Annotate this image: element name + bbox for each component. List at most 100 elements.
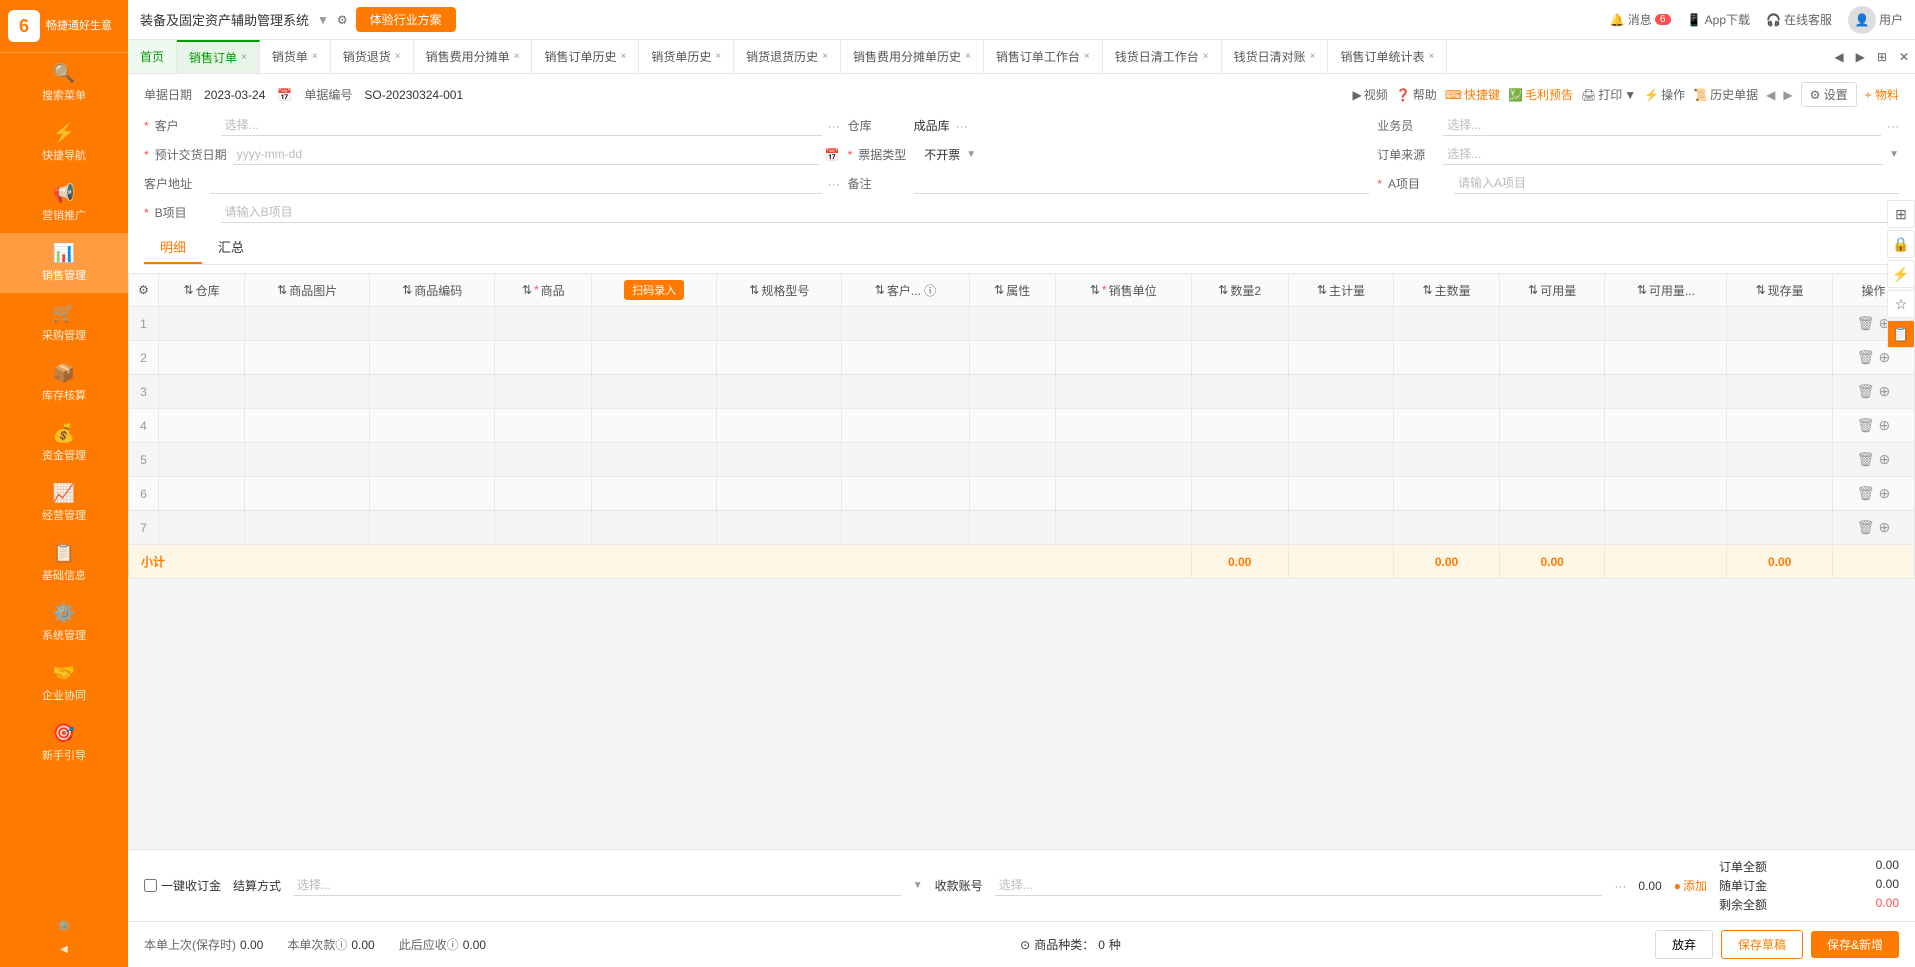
row-available-qty[interactable] bbox=[1499, 307, 1605, 341]
row-customer-code[interactable] bbox=[842, 409, 969, 443]
row-available-more[interactable] bbox=[1605, 477, 1727, 511]
copy-icon[interactable]: ⊕ bbox=[1878, 451, 1890, 468]
row-spec[interactable] bbox=[717, 477, 842, 511]
col-settings-icon[interactable]: ⚙ bbox=[138, 283, 149, 297]
row-product-name[interactable] bbox=[495, 307, 592, 341]
a-project-input[interactable] bbox=[1454, 173, 1899, 194]
row-warehouse[interactable] bbox=[159, 409, 245, 443]
row-main-unit[interactable] bbox=[1288, 443, 1394, 477]
online-service-btn[interactable]: 🎧 在线客服 bbox=[1766, 11, 1832, 28]
row-sales-unit[interactable] bbox=[1055, 511, 1191, 545]
tab-detail[interactable]: 明细 bbox=[144, 231, 202, 264]
salesperson-input[interactable] bbox=[1443, 115, 1881, 136]
right-tool-5[interactable]: 📋 bbox=[1887, 320, 1915, 348]
salesperson-dots[interactable]: ··· bbox=[1887, 119, 1899, 133]
tab-sales-order-history[interactable]: 销售订单历史 × bbox=[532, 40, 639, 74]
delete-icon[interactable]: 🗑 bbox=[1857, 451, 1875, 468]
row-customer-code[interactable] bbox=[842, 443, 969, 477]
row-available-qty[interactable] bbox=[1499, 409, 1605, 443]
profit-btn[interactable]: 💹 毛利预告 bbox=[1508, 86, 1573, 103]
customer-dots[interactable]: ··· bbox=[828, 119, 840, 133]
row-attributes[interactable] bbox=[969, 375, 1055, 409]
row-product-code[interactable] bbox=[370, 307, 495, 341]
row-quantity2[interactable] bbox=[1191, 511, 1288, 545]
calendar-icon[interactable]: 📅 bbox=[277, 88, 292, 102]
row-product-name[interactable] bbox=[495, 443, 592, 477]
order-source-dropdown-icon[interactable]: ▼ bbox=[1889, 149, 1899, 160]
row-warehouse[interactable] bbox=[159, 375, 245, 409]
row-spec[interactable] bbox=[717, 443, 842, 477]
sort-icon[interactable]: ⇅ bbox=[1528, 283, 1538, 297]
scan-btn[interactable]: 扫码录入 bbox=[624, 280, 684, 300]
tab-home[interactable]: 首页 bbox=[128, 40, 177, 74]
sidebar-item-purchase[interactable]: 🛒 采购管理 bbox=[0, 293, 128, 353]
settings-icon[interactable]: ⚙ bbox=[337, 13, 348, 27]
row-product-img[interactable] bbox=[245, 477, 370, 511]
tab-close-icon[interactable]: × bbox=[715, 51, 721, 62]
row-sales-unit[interactable] bbox=[1055, 307, 1191, 341]
row-product-code[interactable] bbox=[370, 409, 495, 443]
sidebar-item-basic-info[interactable]: 📋 基础信息 bbox=[0, 533, 128, 593]
tab-close-all-btn[interactable]: ✕ bbox=[1893, 50, 1915, 64]
row-main-unit[interactable] bbox=[1288, 307, 1394, 341]
row-stock-qty[interactable] bbox=[1727, 341, 1833, 375]
nav-prev-icon[interactable]: ◀ bbox=[1766, 88, 1775, 102]
row-customer-code[interactable] bbox=[842, 375, 969, 409]
sidebar-item-search[interactable]: 🔍 搜索菜单 bbox=[0, 53, 128, 113]
row-stock-qty[interactable] bbox=[1727, 511, 1833, 545]
row-stock-qty[interactable] bbox=[1727, 375, 1833, 409]
sidebar-item-sales[interactable]: 📊 销售管理 bbox=[0, 233, 128, 293]
row-product-name[interactable] bbox=[495, 511, 592, 545]
row-product-img[interactable] bbox=[245, 375, 370, 409]
print-btn[interactable]: 🖨 打印 ▼ bbox=[1581, 86, 1636, 103]
row-product-name[interactable] bbox=[495, 375, 592, 409]
row-product-img[interactable] bbox=[245, 307, 370, 341]
right-tool-1[interactable]: ⊞ bbox=[1887, 200, 1915, 228]
row-sales-unit[interactable] bbox=[1055, 477, 1191, 511]
sort-icon[interactable]: ⇅ bbox=[994, 283, 1004, 297]
row-quantity2[interactable] bbox=[1191, 307, 1288, 341]
tab-sales-stats[interactable]: 销售订单统计表 × bbox=[1328, 40, 1447, 74]
sort-icon[interactable]: ⇅ bbox=[1756, 283, 1766, 297]
row-available-more[interactable] bbox=[1605, 341, 1727, 375]
app-download-btn[interactable]: 📱 App下载 bbox=[1687, 11, 1750, 28]
row-sales-unit[interactable] bbox=[1055, 375, 1191, 409]
row-attributes[interactable] bbox=[969, 511, 1055, 545]
tab-close-icon[interactable]: × bbox=[1203, 51, 1209, 62]
settings-btn[interactable]: ⚙ 设置 bbox=[1801, 82, 1857, 107]
tab-expense-history[interactable]: 销售费用分摊单历史 × bbox=[841, 40, 984, 74]
operation-btn[interactable]: ⚡ 操作 bbox=[1644, 86, 1685, 103]
tab-close-icon[interactable]: × bbox=[1428, 51, 1434, 62]
tab-close-icon[interactable]: × bbox=[1310, 51, 1316, 62]
copy-icon[interactable]: ⊕ bbox=[1878, 417, 1890, 434]
row-main-qty[interactable] bbox=[1394, 341, 1500, 375]
col-settings[interactable]: ⚙ bbox=[129, 274, 159, 307]
row-stock-qty[interactable] bbox=[1727, 307, 1833, 341]
row-spec[interactable] bbox=[717, 409, 842, 443]
tab-return-history[interactable]: 销货退货历史 × bbox=[734, 40, 841, 74]
video-btn[interactable]: ▶ 视频 bbox=[1352, 86, 1387, 103]
tab-close-icon[interactable]: × bbox=[620, 51, 626, 62]
row-main-unit[interactable] bbox=[1288, 511, 1394, 545]
row-available-qty[interactable] bbox=[1499, 443, 1605, 477]
tab-daily-workbench[interactable]: 钱货日清工作台 × bbox=[1103, 40, 1222, 74]
one-click-settle-checkbox[interactable] bbox=[144, 879, 157, 892]
sidebar-item-quick-nav[interactable]: ⚡ 快捷导航 bbox=[0, 113, 128, 173]
row-spec[interactable] bbox=[717, 511, 842, 545]
row-available-more[interactable] bbox=[1605, 409, 1727, 443]
row-product-code[interactable] bbox=[370, 341, 495, 375]
receipt-account-input[interactable] bbox=[995, 875, 1603, 896]
row-spec[interactable] bbox=[717, 375, 842, 409]
commodity-count[interactable]: ⊙ 商品种类： 0 种 bbox=[1020, 936, 1121, 953]
delete-icon[interactable]: 🗑 bbox=[1857, 383, 1875, 400]
delete-icon[interactable]: 🗑 bbox=[1857, 349, 1875, 366]
sidebar-item-inventory[interactable]: 📦 库存核算 bbox=[0, 353, 128, 413]
row-attributes[interactable] bbox=[969, 443, 1055, 477]
help-btn[interactable]: ❓ 帮助 bbox=[1396, 86, 1437, 103]
address-dots[interactable]: ··· bbox=[828, 177, 840, 191]
tab-close-icon[interactable]: × bbox=[241, 52, 247, 63]
sort-icon[interactable]: ⇅ bbox=[875, 283, 885, 297]
tab-close-icon[interactable]: × bbox=[395, 51, 401, 62]
row-warehouse[interactable] bbox=[159, 341, 245, 375]
row-product-code[interactable] bbox=[370, 375, 495, 409]
